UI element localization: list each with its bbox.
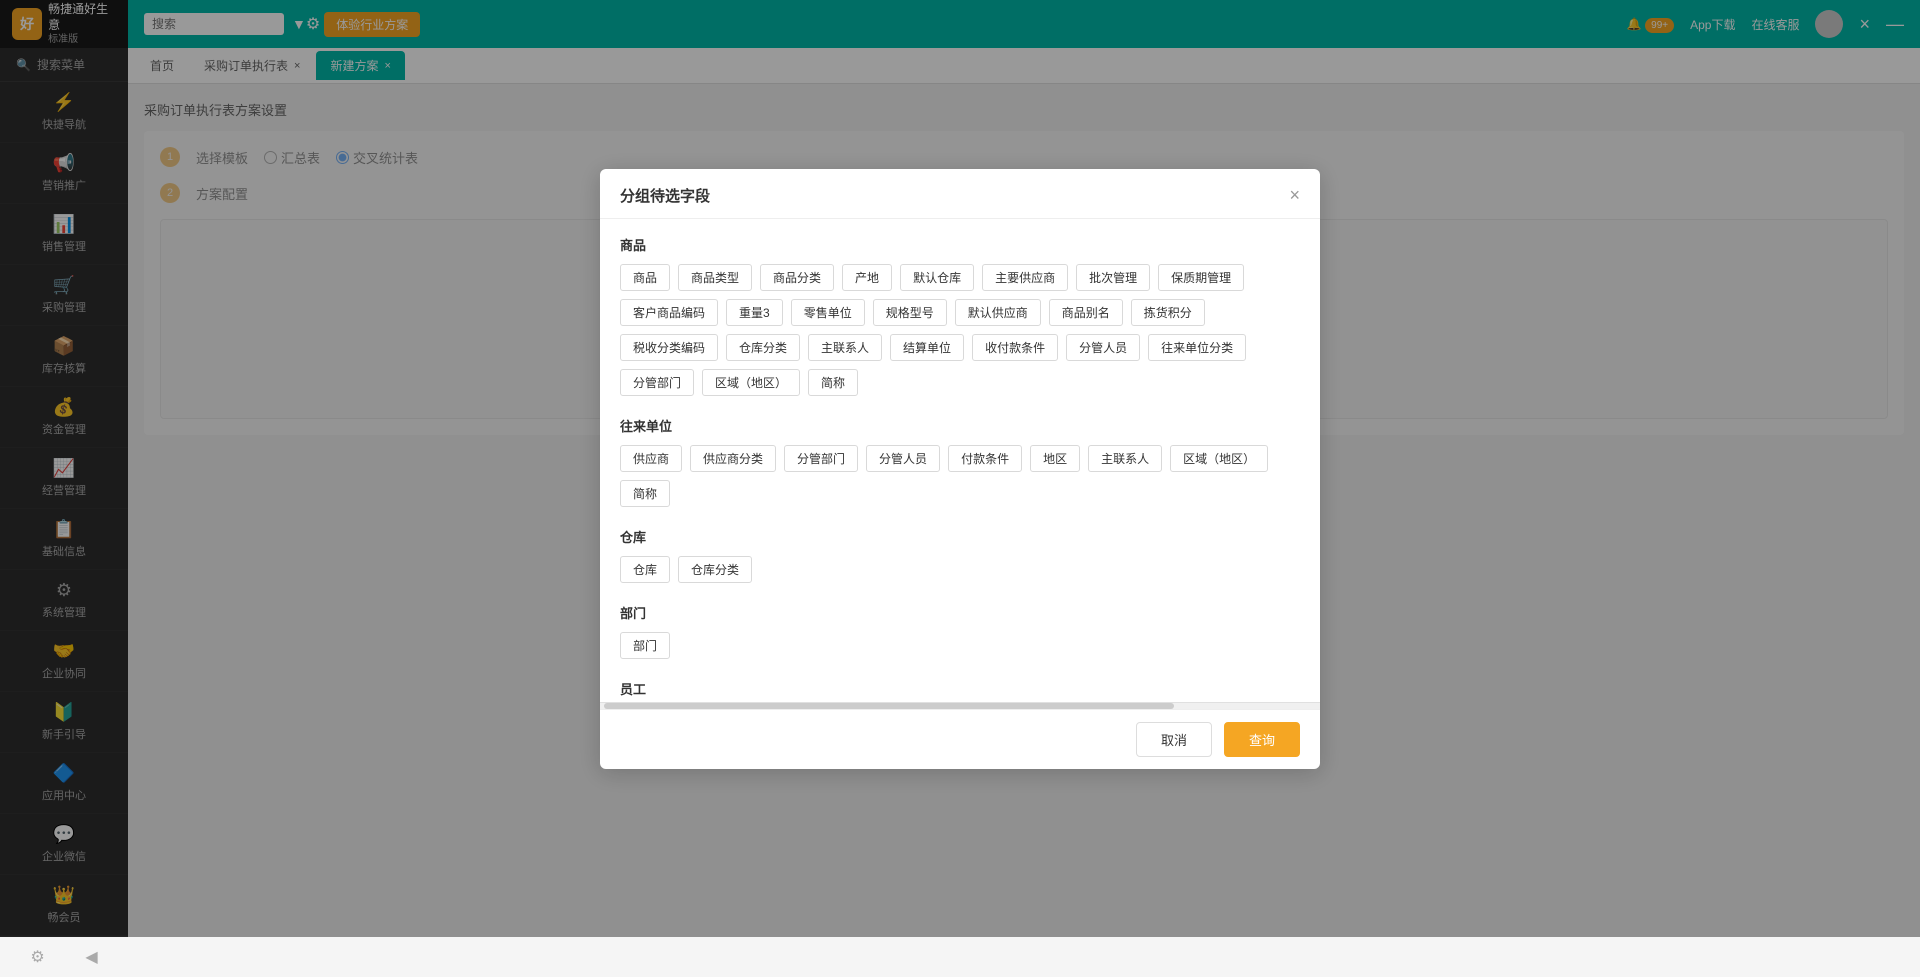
field-tag-结算单位[interactable]: 结算单位 <box>890 334 964 361</box>
section-product-title: 商品 <box>620 235 1300 254</box>
modal-hscrollbar[interactable] <box>600 702 1320 709</box>
modal-overlay: 分组待选字段 × 商品 商品商品类型商品分类产地默认仓库主要供应商批次管理保质期… <box>0 0 1920 937</box>
field-tag-客户商品编码[interactable]: 客户商品编码 <box>620 299 718 326</box>
field-tag-主联系人[interactable]: 主联系人 <box>808 334 882 361</box>
field-tag-保质期管理[interactable]: 保质期管理 <box>1158 264 1244 291</box>
field-tag-税收分类编码[interactable]: 税收分类编码 <box>620 334 718 361</box>
field-tag-分管人员[interactable]: 分管人员 <box>866 445 940 472</box>
confirm-button[interactable]: 查询 <box>1224 722 1300 757</box>
field-tag-地区[interactable]: 地区 <box>1030 445 1080 472</box>
section-employee: 员工 业务员 <box>620 679 1300 702</box>
field-tag-主要供应商[interactable]: 主要供应商 <box>982 264 1068 291</box>
field-tag-部门[interactable]: 部门 <box>620 632 670 659</box>
field-tag-往来单位分类[interactable]: 往来单位分类 <box>1148 334 1246 361</box>
field-tag-商品[interactable]: 商品 <box>620 264 670 291</box>
sidebar-footer: ⚙ ◀ <box>0 936 128 977</box>
department-fields: 部门 <box>620 632 1300 659</box>
partner-fields: 供应商供应商分类分管部门分管人员付款条件地区主联系人区域（地区） 简称 <box>620 445 1300 507</box>
field-tag-商品类型[interactable]: 商品类型 <box>678 264 752 291</box>
modal-header: 分组待选字段 × <box>600 169 1320 219</box>
field-tag-仓库分类[interactable]: 仓库分类 <box>726 334 800 361</box>
section-department: 部门 部门 <box>620 603 1300 659</box>
modal-title: 分组待选字段 <box>620 185 710 206</box>
field-tag-产地[interactable]: 产地 <box>842 264 892 291</box>
field-tag-商品别名[interactable]: 商品别名 <box>1049 299 1123 326</box>
settings-footer-icon[interactable]: ⚙ <box>30 947 44 967</box>
field-tag-批次管理[interactable]: 批次管理 <box>1076 264 1150 291</box>
product-fields: 商品商品类型商品分类产地默认仓库主要供应商批次管理保质期管理客户商品编码重量3 零… <box>620 264 1300 396</box>
field-tag-默认仓库[interactable]: 默认仓库 <box>900 264 974 291</box>
section-department-title: 部门 <box>620 603 1300 622</box>
field-tag-简称[interactable]: 简称 <box>620 480 670 507</box>
field-tag-规格型号[interactable]: 规格型号 <box>873 299 947 326</box>
field-tag-付款条件[interactable]: 付款条件 <box>948 445 1022 472</box>
field-tag-仓库[interactable]: 仓库 <box>620 556 670 583</box>
field-tag-供应商分类[interactable]: 供应商分类 <box>690 445 776 472</box>
section-partner: 往来单位 供应商供应商分类分管部门分管人员付款条件地区主联系人区域（地区） 简称 <box>620 416 1300 507</box>
field-tag-默认供应商[interactable]: 默认供应商 <box>955 299 1041 326</box>
field-tag-分管人员[interactable]: 分管人员 <box>1066 334 1140 361</box>
field-tag-仓库分类[interactable]: 仓库分类 <box>678 556 752 583</box>
section-product: 商品 商品商品类型商品分类产地默认仓库主要供应商批次管理保质期管理客户商品编码重… <box>620 235 1300 396</box>
field-tag-分管部门[interactable]: 分管部门 <box>620 369 694 396</box>
modal-footer: 取消 查询 <box>600 709 1320 769</box>
modal-close-icon[interactable]: × <box>1289 185 1300 206</box>
modal: 分组待选字段 × 商品 商品商品类型商品分类产地默认仓库主要供应商批次管理保质期… <box>600 169 1320 769</box>
cancel-button[interactable]: 取消 <box>1136 722 1212 757</box>
field-tag-分管部门[interactable]: 分管部门 <box>784 445 858 472</box>
field-tag-收付款条件[interactable]: 收付款条件 <box>972 334 1058 361</box>
collapse-icon[interactable]: ◀ <box>85 947 97 967</box>
field-tag-区域（地区）[interactable]: 区域（地区） <box>1170 445 1268 472</box>
field-tag-零售单位[interactable]: 零售单位 <box>791 299 865 326</box>
warehouse-fields: 仓库仓库分类 <box>620 556 1300 583</box>
field-tag-区域（地区）[interactable]: 区域（地区） <box>702 369 800 396</box>
field-tag-重量3[interactable]: 重量3 <box>726 299 783 326</box>
section-warehouse: 仓库 仓库仓库分类 <box>620 527 1300 583</box>
field-tag-简称[interactable]: 简称 <box>808 369 858 396</box>
section-warehouse-title: 仓库 <box>620 527 1300 546</box>
field-tag-供应商[interactable]: 供应商 <box>620 445 682 472</box>
modal-body: 商品 商品商品类型商品分类产地默认仓库主要供应商批次管理保质期管理客户商品编码重… <box>600 219 1320 702</box>
section-partner-title: 往来单位 <box>620 416 1300 435</box>
field-tag-商品分类[interactable]: 商品分类 <box>760 264 834 291</box>
field-tag-主联系人[interactable]: 主联系人 <box>1088 445 1162 472</box>
field-tag-拣货积分[interactable]: 拣货积分 <box>1131 299 1205 326</box>
section-employee-title: 员工 <box>620 679 1300 698</box>
